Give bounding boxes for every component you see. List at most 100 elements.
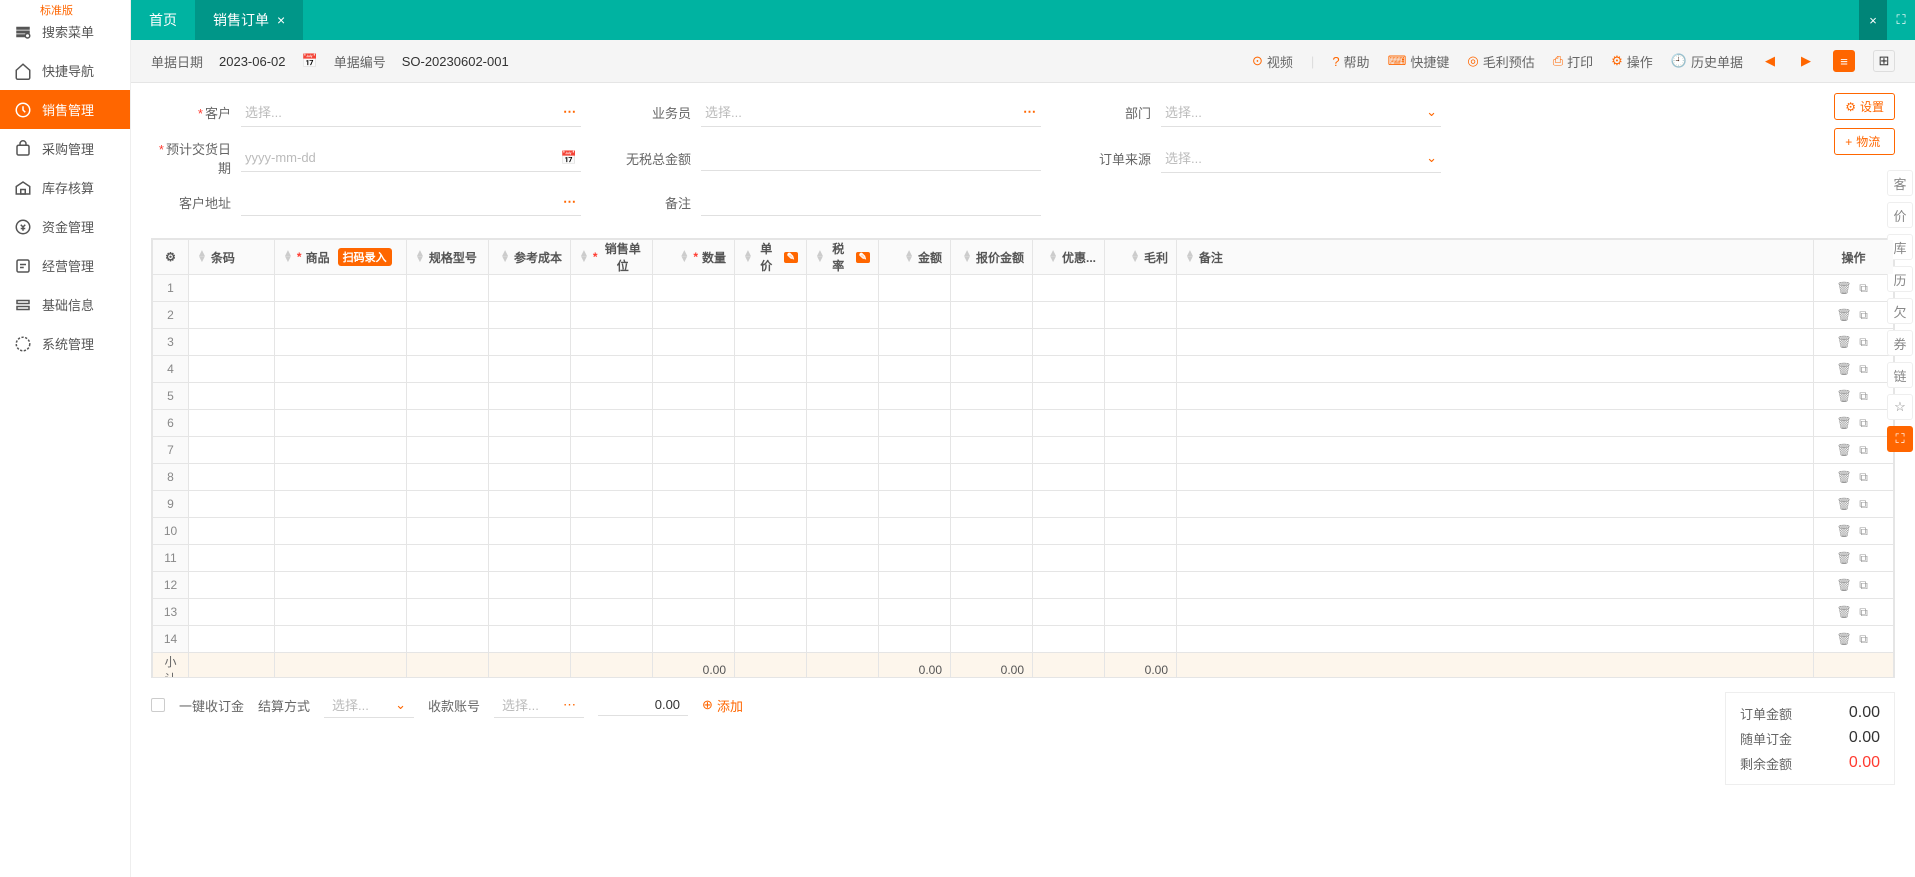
col-unit[interactable]: ▲▼*销售单位 bbox=[571, 240, 653, 275]
sort-icon[interactable]: ▲▼ bbox=[962, 251, 972, 263]
delete-icon[interactable]: 🗑 bbox=[1837, 335, 1851, 349]
copy-icon[interactable]: ⧉ bbox=[1857, 308, 1871, 322]
chevron-down-icon[interactable]: ⌄ bbox=[1426, 150, 1437, 166]
sort-icon[interactable]: ▲▼ bbox=[415, 251, 425, 263]
col-quote[interactable]: ▲▼报价金额 bbox=[951, 240, 1033, 275]
col-taxrate[interactable]: ▲▼税率✎ bbox=[807, 240, 879, 275]
settings-button[interactable]: ⚙设置 bbox=[1834, 93, 1895, 120]
table-row[interactable]: 10🗑⧉ bbox=[153, 518, 1894, 545]
col-price[interactable]: ▲▼单价✎ bbox=[735, 240, 807, 275]
col-refcost[interactable]: ▲▼参考成本 bbox=[489, 240, 571, 275]
date-value[interactable]: 2023-06-02 bbox=[219, 54, 286, 69]
delete-icon[interactable]: 🗑 bbox=[1837, 524, 1851, 538]
delete-icon[interactable]: 🗑 bbox=[1837, 362, 1851, 376]
copy-icon[interactable]: ⧉ bbox=[1857, 497, 1871, 511]
salesman-input[interactable]: 选择...⋯ bbox=[701, 97, 1041, 127]
rail-btn-1[interactable]: 价 bbox=[1887, 202, 1913, 228]
rail-btn-7[interactable]: ☆ bbox=[1887, 394, 1913, 420]
copy-icon[interactable]: ⧉ bbox=[1857, 524, 1871, 538]
delete-icon[interactable]: 🗑 bbox=[1837, 389, 1851, 403]
settlement-select[interactable]: 选择...⌄ bbox=[324, 692, 414, 718]
sort-icon[interactable]: ▲▼ bbox=[679, 251, 689, 263]
footer-amount[interactable]: 0.00 bbox=[598, 694, 688, 716]
sort-icon[interactable]: ▲▼ bbox=[1048, 251, 1058, 263]
sidebar-item-funds[interactable]: 资金管理 bbox=[0, 207, 130, 246]
sort-icon[interactable]: ▲▼ bbox=[500, 251, 510, 263]
sidebar-item-purchase[interactable]: 采购管理 bbox=[0, 129, 130, 168]
calendar-icon[interactable]: 📅 bbox=[302, 53, 318, 69]
order-source-input[interactable]: 选择...⌄ bbox=[1161, 143, 1441, 173]
view-list-button[interactable]: ≡ bbox=[1833, 50, 1855, 72]
sort-icon[interactable]: ▲▼ bbox=[815, 251, 825, 263]
col-amount[interactable]: ▲▼金额 bbox=[879, 240, 951, 275]
sort-icon[interactable]: ▲▼ bbox=[1185, 251, 1195, 263]
copy-icon[interactable]: ⧉ bbox=[1857, 443, 1871, 457]
scan-badge[interactable]: 扫码录入 bbox=[338, 248, 392, 266]
sidebar-item-nav[interactable]: 快捷导航 bbox=[0, 51, 130, 90]
calendar-icon[interactable]: 📅 bbox=[561, 150, 577, 166]
delete-icon[interactable]: 🗑 bbox=[1837, 551, 1851, 565]
rail-btn-0[interactable]: 客 bbox=[1887, 170, 1913, 196]
copy-icon[interactable]: ⧉ bbox=[1857, 362, 1871, 376]
tax-free-input[interactable] bbox=[701, 145, 1041, 171]
dept-input[interactable]: 选择...⌄ bbox=[1161, 97, 1441, 127]
table-row[interactable]: 14🗑⧉ bbox=[153, 626, 1894, 653]
add-link[interactable]: ⊕添加 bbox=[702, 696, 743, 715]
table-row[interactable]: 7🗑⧉ bbox=[153, 437, 1894, 464]
copy-icon[interactable]: ⧉ bbox=[1857, 416, 1871, 430]
table-row[interactable]: 9🗑⧉ bbox=[153, 491, 1894, 518]
sidebar-item-base[interactable]: 基础信息 bbox=[0, 285, 130, 324]
tab-sales-order[interactable]: 销售订单 × bbox=[195, 0, 303, 40]
sort-icon[interactable]: ▲▼ bbox=[579, 251, 589, 263]
copy-icon[interactable]: ⧉ bbox=[1857, 281, 1871, 295]
prev-arrow[interactable]: ◀ bbox=[1761, 53, 1779, 69]
gear-column[interactable]: ⚙ bbox=[153, 240, 189, 275]
table-row[interactable]: 11🗑⧉ bbox=[153, 545, 1894, 572]
table-row[interactable]: 5🗑⧉ bbox=[153, 383, 1894, 410]
sort-icon[interactable]: ▲▼ bbox=[904, 251, 914, 263]
delivery-date-input[interactable]: yyyy-mm-dd📅 bbox=[241, 145, 581, 172]
table-row[interactable]: 6🗑⧉ bbox=[153, 410, 1894, 437]
rail-btn-5[interactable]: 券 bbox=[1887, 330, 1913, 356]
copy-icon[interactable]: ⧉ bbox=[1857, 551, 1871, 565]
copy-icon[interactable]: ⧉ bbox=[1857, 605, 1871, 619]
logistics-button[interactable]: +物流 bbox=[1834, 128, 1895, 155]
more-icon[interactable]: ⋯ bbox=[563, 194, 577, 210]
print-link[interactable]: ⎙打印 bbox=[1553, 52, 1593, 71]
sort-icon[interactable]: ▲▼ bbox=[283, 251, 293, 263]
sidebar-item-sales[interactable]: 销售管理 bbox=[0, 90, 130, 129]
next-arrow[interactable]: ▶ bbox=[1797, 53, 1815, 69]
rail-btn-6[interactable]: 链 bbox=[1887, 362, 1913, 388]
delete-icon[interactable]: 🗑 bbox=[1837, 578, 1851, 592]
delete-icon[interactable]: 🗑 bbox=[1837, 416, 1851, 430]
col-qty[interactable]: ▲▼*数量 bbox=[653, 240, 735, 275]
close-panel-button[interactable]: × bbox=[1859, 0, 1887, 40]
address-input[interactable]: ⋯ bbox=[241, 189, 581, 216]
profit-link[interactable]: ◎毛利预估 bbox=[1467, 52, 1534, 71]
delete-icon[interactable]: 🗑 bbox=[1837, 605, 1851, 619]
more-icon[interactable]: ⋯ bbox=[563, 104, 577, 120]
shortcut-link[interactable]: ⌨快捷键 bbox=[1388, 52, 1450, 71]
table-row[interactable]: 1🗑⧉ bbox=[153, 275, 1894, 302]
copy-icon[interactable]: ⧉ bbox=[1857, 632, 1871, 646]
rail-btn-8[interactable]: ⛶ bbox=[1887, 426, 1913, 452]
operate-link[interactable]: ⚙操作 bbox=[1611, 52, 1653, 71]
delete-icon[interactable]: 🗑 bbox=[1837, 308, 1851, 322]
delete-icon[interactable]: 🗑 bbox=[1837, 281, 1851, 295]
table-row[interactable]: 13🗑⧉ bbox=[153, 599, 1894, 626]
view-grid-button[interactable]: ⊞ bbox=[1873, 50, 1895, 72]
table-row[interactable]: 4🗑⧉ bbox=[153, 356, 1894, 383]
chevron-down-icon[interactable]: ⌄ bbox=[1426, 104, 1437, 120]
video-link[interactable]: ⊙视频 bbox=[1252, 52, 1293, 71]
sidebar-item-business[interactable]: 经营管理 bbox=[0, 246, 130, 285]
table-row[interactable]: 2🗑⧉ bbox=[153, 302, 1894, 329]
sidebar-item-stock[interactable]: 库存核算 bbox=[0, 168, 130, 207]
copy-icon[interactable]: ⧉ bbox=[1857, 335, 1871, 349]
remark-input[interactable] bbox=[701, 190, 1041, 216]
customer-input[interactable]: 选择...⋯ bbox=[241, 97, 581, 127]
table-row[interactable]: 12🗑⧉ bbox=[153, 572, 1894, 599]
copy-icon[interactable]: ⧉ bbox=[1857, 470, 1871, 484]
col-remark[interactable]: ▲▼备注 bbox=[1177, 240, 1814, 275]
delete-icon[interactable]: 🗑 bbox=[1837, 443, 1851, 457]
more-icon[interactable]: ⋯ bbox=[1023, 104, 1037, 120]
